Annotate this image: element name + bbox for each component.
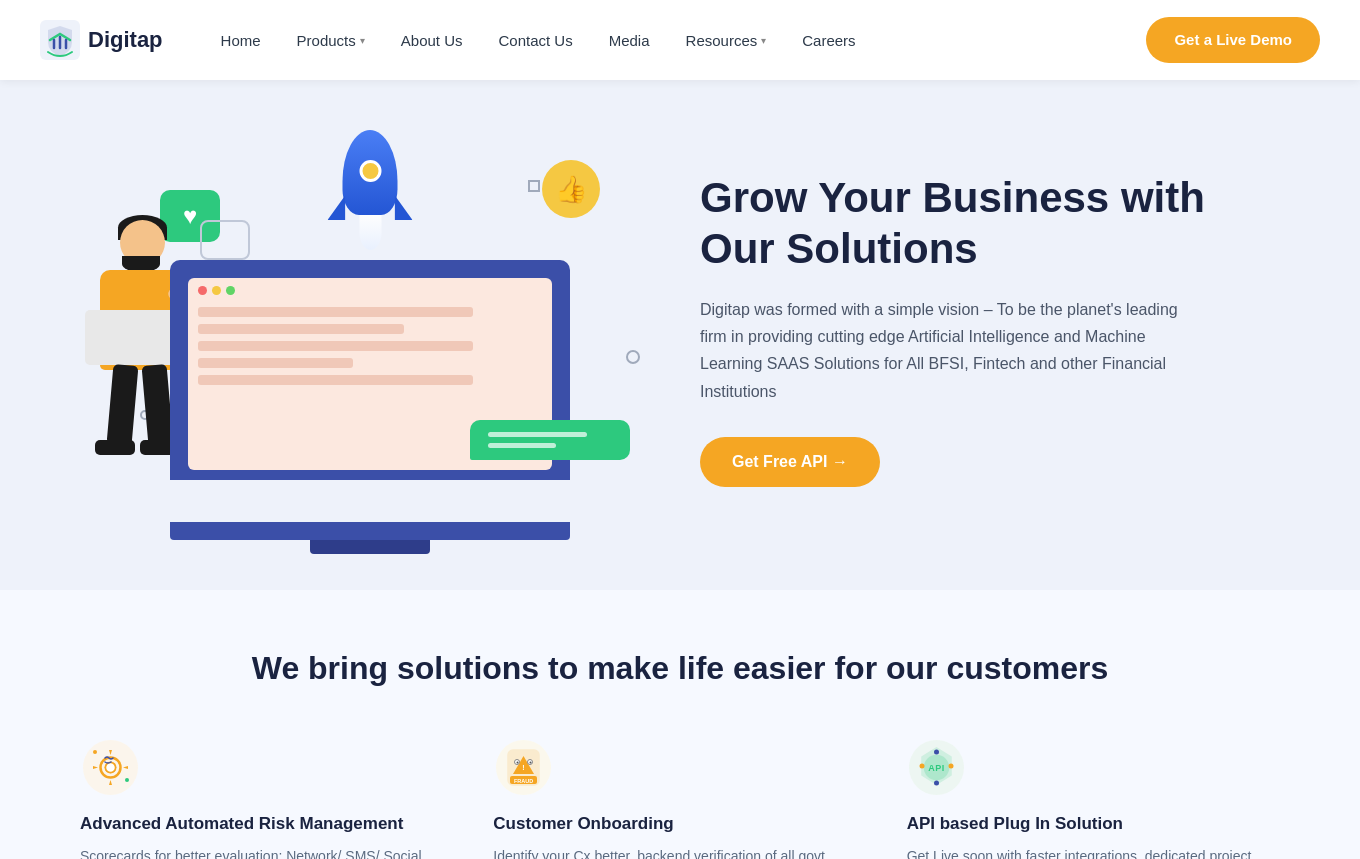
hero-title: Grow Your Business with Our Solutions [700,173,1280,274]
svg-text:!: ! [522,764,524,771]
chat-bubble-green [470,420,630,460]
hero-illustration: ♥ [80,120,660,540]
nav-item-contact[interactable]: Contact Us [480,32,590,49]
screen-dots [188,278,552,299]
dot-green [226,286,235,295]
svg-point-15 [529,761,531,763]
svg-text:API: API [928,763,945,773]
rocket-body [343,130,398,215]
feature-card-api: API API based Plug In Solution Get Live … [907,737,1280,859]
feature-card-onboarding: ! FRAUD Customer Onboarding Identify you… [493,737,866,859]
logo-text: Digitap [88,27,163,53]
features-heading: We bring solutions to make life easier f… [80,650,1280,687]
svg-point-4 [105,762,115,772]
screen-content-lines [188,299,552,393]
hero-text-area: Grow Your Business with Our Solutions Di… [700,173,1280,487]
feature-title-api: API based Plug In Solution [907,813,1280,835]
screen-line-3 [198,341,473,351]
nav-links: Home Products ▾ About Us Contact Us Medi… [203,32,1147,49]
laptop-stand [310,540,430,554]
logo[interactable]: Digitap [40,20,163,60]
svg-point-20 [949,763,954,768]
resources-chevron-icon: ▾ [761,35,766,46]
rocket-illustration [343,130,398,250]
rocket-fin-right [395,195,413,220]
screen-line-4 [198,358,353,368]
risk-icon-wrap [80,737,140,797]
feature-desc-risk: Scorecards for better evaluation: Networ… [80,845,453,859]
hero-description: Digitap was formed with a simple vision … [700,296,1180,405]
nav-item-media[interactable]: Media [591,32,668,49]
person-shoe-left [95,440,135,455]
deco-circle [626,350,640,364]
thumbs-up-bubble: 👍 [542,160,600,218]
feature-card-risk: Advanced Automated Risk Management Score… [80,737,453,859]
svg-point-21 [934,749,939,754]
chat-line-2 [488,443,556,448]
risk-management-icon [83,740,138,795]
laptop-base [170,522,570,540]
nav-item-resources[interactable]: Resources ▾ [668,32,785,49]
navbar: Digitap Home Products ▾ About Us Contact… [0,0,1360,80]
rocket-flame [359,215,381,250]
feature-title-risk: Advanced Automated Risk Management [80,813,453,835]
feature-title-onboarding: Customer Onboarding [493,813,866,835]
dot-yellow [212,286,221,295]
laptop-illustration [170,260,570,540]
svg-point-14 [516,761,518,763]
get-free-api-button[interactable]: Get Free API → [700,437,880,487]
features-section: We bring solutions to make life easier f… [0,590,1360,859]
svg-point-6 [125,778,129,782]
nav-item-careers[interactable]: Careers [784,32,873,49]
rocket-fin-left [328,195,346,220]
features-grid: Advanced Automated Risk Management Score… [80,737,1280,859]
dot-red [198,286,207,295]
svg-text:FRAUD: FRAUD [514,777,533,783]
screen-line-1 [198,307,473,317]
screen-line-5 [198,375,473,385]
hero-section: ♥ [0,80,1360,590]
chat-line-1 [488,432,587,437]
rocket-window [359,160,381,182]
nav-item-products[interactable]: Products ▾ [279,32,383,49]
svg-point-19 [920,763,925,768]
deco-square [528,180,540,192]
person-leg-left [107,364,139,446]
customer-onboarding-icon: ! FRAUD [496,740,551,795]
svg-point-22 [934,780,939,785]
api-icon-wrap: API [907,737,967,797]
feature-desc-onboarding: Identify your Cx better, backend verific… [493,845,866,859]
api-solution-icon: API [909,740,964,795]
logo-icon [40,20,80,60]
onboarding-icon-wrap: ! FRAUD [493,737,553,797]
get-live-demo-button[interactable]: Get a Live Demo [1146,17,1320,63]
feature-desc-api: Get Live soon with faster integrations, … [907,845,1280,859]
products-chevron-icon: ▾ [360,35,365,46]
screen-line-2 [198,324,404,334]
person-leg-right [142,364,174,446]
svg-point-5 [93,750,97,754]
person-laptop [85,310,175,365]
nav-item-home[interactable]: Home [203,32,279,49]
nav-item-about[interactable]: About Us [383,32,481,49]
